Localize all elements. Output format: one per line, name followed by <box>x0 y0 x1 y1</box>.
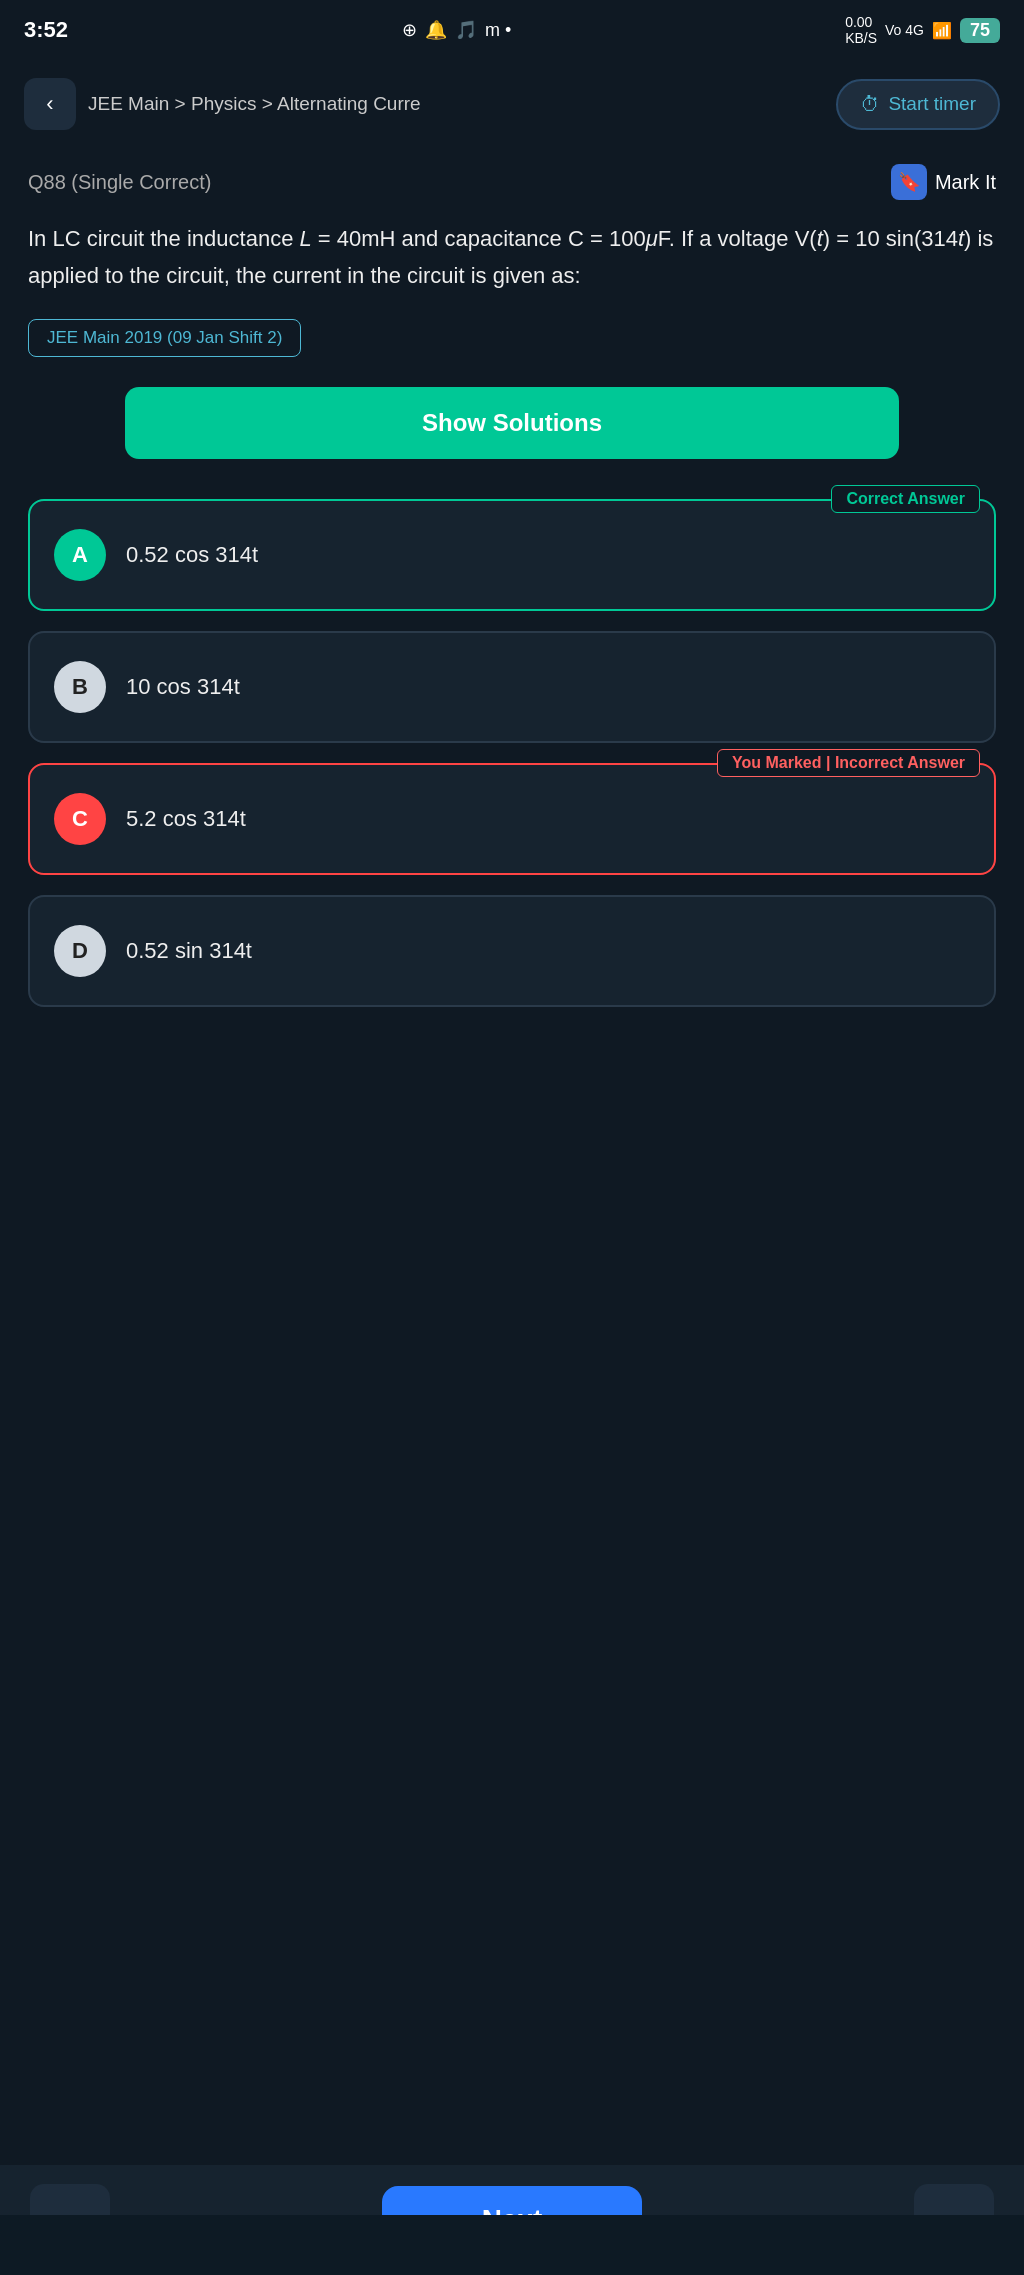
option-b[interactable]: B 10 cos 314t <box>28 631 996 743</box>
media-icon: 🎵 <box>455 19 477 41</box>
incorrect-answer-badge: You Marked | Incorrect Answer <box>717 749 980 777</box>
start-timer-button[interactable]: ⏱ Start timer <box>836 79 1000 130</box>
question-text: In LC circuit the inductance L = 40mH an… <box>28 220 996 295</box>
show-solutions-button[interactable]: Show Solutions <box>125 387 899 459</box>
data-speed: 0.00KB/S <box>845 14 877 46</box>
option-c-wrapper: You Marked | Incorrect Answer C 5.2 cos … <box>28 763 996 875</box>
option-b-text: 10 cos 314t <box>126 674 240 700</box>
status-time: 3:52 <box>24 17 68 43</box>
network-type: Vo 4G <box>885 22 924 38</box>
option-a[interactable]: A 0.52 cos 314t <box>28 499 996 611</box>
option-a-circle: A <box>54 529 106 581</box>
option-c-text: 5.2 cos 314t <box>126 806 246 832</box>
breadcrumb: JEE Main > Physics > Alternating Curre <box>88 93 824 115</box>
status-right: 0.00KB/S Vo 4G 📶 75 <box>845 14 1000 46</box>
option-b-circle: B <box>54 661 106 713</box>
alert-icon: 🔔 <box>425 19 447 41</box>
question-meta: Q88 (Single Correct) 🔖 Mark It <box>28 164 996 200</box>
mark-it-label: Mark It <box>935 171 996 194</box>
back-button[interactable]: ‹ <box>24 78 76 130</box>
option-d[interactable]: D 0.52 sin 314t <box>28 895 996 1007</box>
dot-icon: m • <box>485 20 511 41</box>
option-c[interactable]: C 5.2 cos 314t <box>28 763 996 875</box>
question-tag: JEE Main 2019 (09 Jan Shift 2) <box>28 319 301 357</box>
option-a-text: 0.52 cos 314t <box>126 542 258 568</box>
sys-nav-bar <box>0 2215 1024 2275</box>
option-d-wrapper: D 0.52 sin 314t <box>28 895 996 1007</box>
mark-it-button[interactable]: 🔖 Mark It <box>891 164 996 200</box>
option-b-wrapper: B 10 cos 314t <box>28 631 996 743</box>
header: ‹ JEE Main > Physics > Alternating Curre… <box>0 60 1024 148</box>
option-d-text: 0.52 sin 314t <box>126 938 252 964</box>
status-bar: 3:52 ⊕ 🔔 🎵 m • 0.00KB/S Vo 4G 📶 75 <box>0 0 1024 60</box>
option-c-circle: C <box>54 793 106 845</box>
option-d-circle: D <box>54 925 106 977</box>
correct-answer-badge: Correct Answer <box>831 485 980 513</box>
network-icon: ⊕ <box>402 19 417 41</box>
signal-icon: 📶 <box>932 21 952 40</box>
option-a-wrapper: Correct Answer A 0.52 cos 314t <box>28 499 996 611</box>
content-area: Q88 (Single Correct) 🔖 Mark It In LC cir… <box>0 148 1024 1243</box>
status-icons: ⊕ 🔔 🎵 m • <box>402 19 511 41</box>
bookmark-icon: 🔖 <box>891 164 927 200</box>
options-container: Correct Answer A 0.52 cos 314t B 10 cos … <box>28 499 996 1007</box>
question-number: Q88 (Single Correct) <box>28 171 211 194</box>
timer-label: Start timer <box>888 93 976 115</box>
timer-icon: ⏱ <box>860 93 880 116</box>
battery-badge: 75 <box>960 18 1000 43</box>
